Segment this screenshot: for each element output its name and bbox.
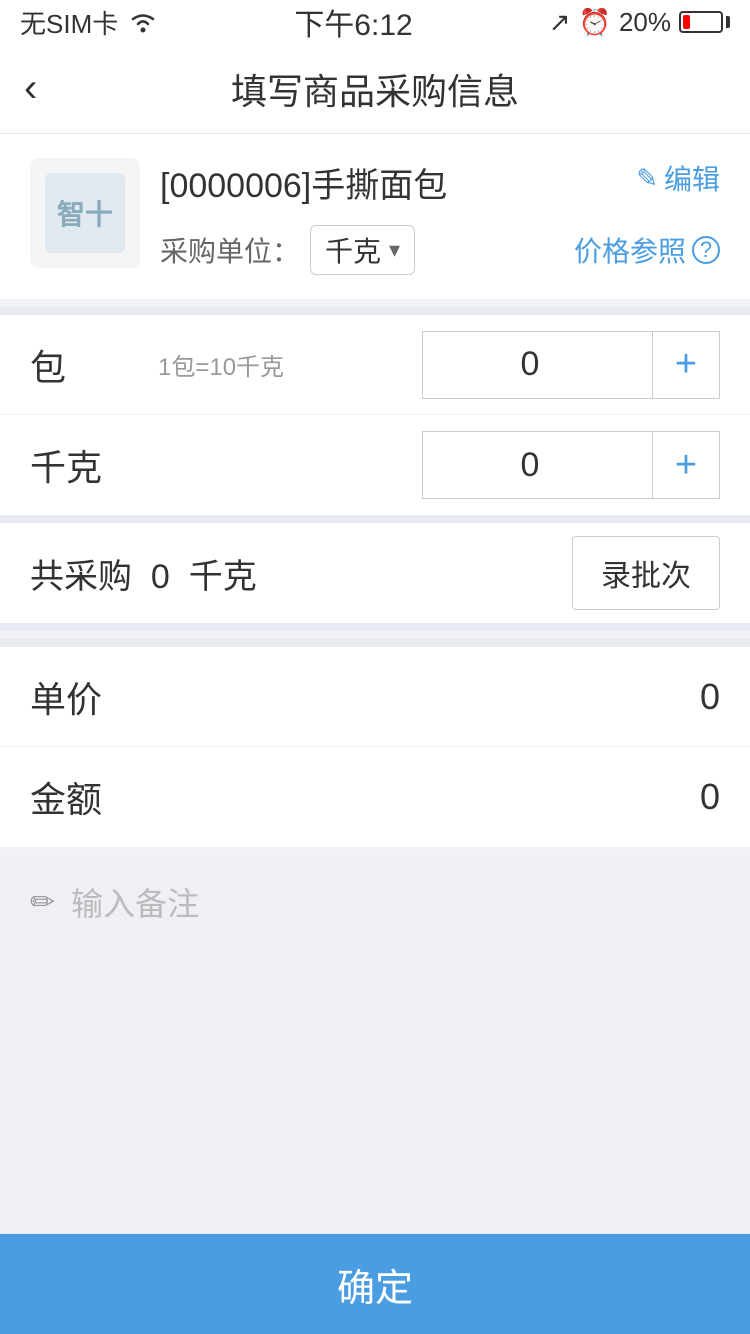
help-icon: ? [692,236,720,264]
unit-price-value: 0 [700,676,720,718]
unit-selector-group: 采购单位： 千克 ▾ [160,225,415,275]
separator-2 [0,623,750,631]
pencil-icon: ✏ [30,885,55,920]
product-logo: 智十 [45,173,125,253]
carrier-label: 无SIM卡 [20,4,118,41]
bag-input[interactable] [422,331,652,399]
product-image: 智十 [30,158,140,268]
remark-placeholder: 输入备注 [71,879,199,925]
total-amount: 0 [151,558,170,596]
bag-label: 包 [30,339,150,391]
product-info: [0000006]手撕面包 ✎ 编辑 采购单位： 千克 ▾ 价格参照 ? [160,158,720,275]
unit-select[interactable]: 千克 ▾ [310,225,415,275]
amount-value: 0 [700,776,720,818]
unit-label: 采购单位： [160,230,300,270]
battery-indicator [679,11,730,33]
status-right: ↗ ⏰ 20% [549,7,730,38]
page-title: 填写商品采购信息 [231,63,519,115]
remark-section[interactable]: ✏ 输入备注 [0,855,750,949]
unit-price-label: 单价 [30,671,102,723]
input-section: 包 1包=10千克 + 千克 + [0,315,750,515]
battery-pct: 20% [619,7,671,38]
separator-1 [0,307,750,315]
kg-plus-button[interactable]: + [652,431,720,499]
nav-bar: ‹ 填写商品采购信息 [0,44,750,134]
bag-input-group: + [422,331,720,399]
wifi-icon [128,11,158,33]
chevron-down-icon: ▾ [389,237,400,263]
price-section: 单价 0 金额 0 [0,639,750,847]
total-section: 共采购 0 千克 录批次 [0,515,750,623]
product-name: [0000006]手撕面包 [160,158,447,207]
bag-plus-button[interactable]: + [652,331,720,399]
status-time: 下午6:12 [294,0,412,44]
edit-icon: ✎ [636,163,658,194]
status-bar: 无SIM卡 下午6:12 ↗ ⏰ 20% [0,0,750,44]
total-row: 共采购 0 千克 录批次 [0,523,750,623]
location-icon: ↗ [549,7,571,38]
batch-button[interactable]: 录批次 [572,536,720,610]
alarm-icon: ⏰ [579,7,611,38]
amount-label: 金额 [30,771,102,823]
edit-button[interactable]: ✎ 编辑 [636,158,720,198]
unit-price-row: 单价 0 [0,647,750,747]
price-ref-button[interactable]: 价格参照 ? [574,230,720,270]
bag-input-row: 包 1包=10千克 + [0,315,750,415]
product-header: [0000006]手撕面包 ✎ 编辑 [160,158,720,207]
kg-input[interactable] [422,431,652,499]
status-left: 无SIM卡 [20,4,158,41]
kg-input-row: 千克 + [0,415,750,515]
kg-input-group: + [422,431,720,499]
bag-sub-label: 1包=10千克 [158,347,284,382]
bottom-spacer [0,949,750,1249]
confirm-button[interactable]: 确定 [0,1234,750,1334]
amount-row: 金额 0 [0,747,750,847]
product-card: 智十 [0000006]手撕面包 ✎ 编辑 采购单位： 千克 ▾ 价格参照 ? [0,134,750,307]
total-label: 共采购 0 千克 [30,549,257,598]
kg-label: 千克 [30,439,150,491]
product-unit-row: 采购单位： 千克 ▾ 价格参照 ? [160,225,720,275]
back-button[interactable]: ‹ [24,66,37,111]
